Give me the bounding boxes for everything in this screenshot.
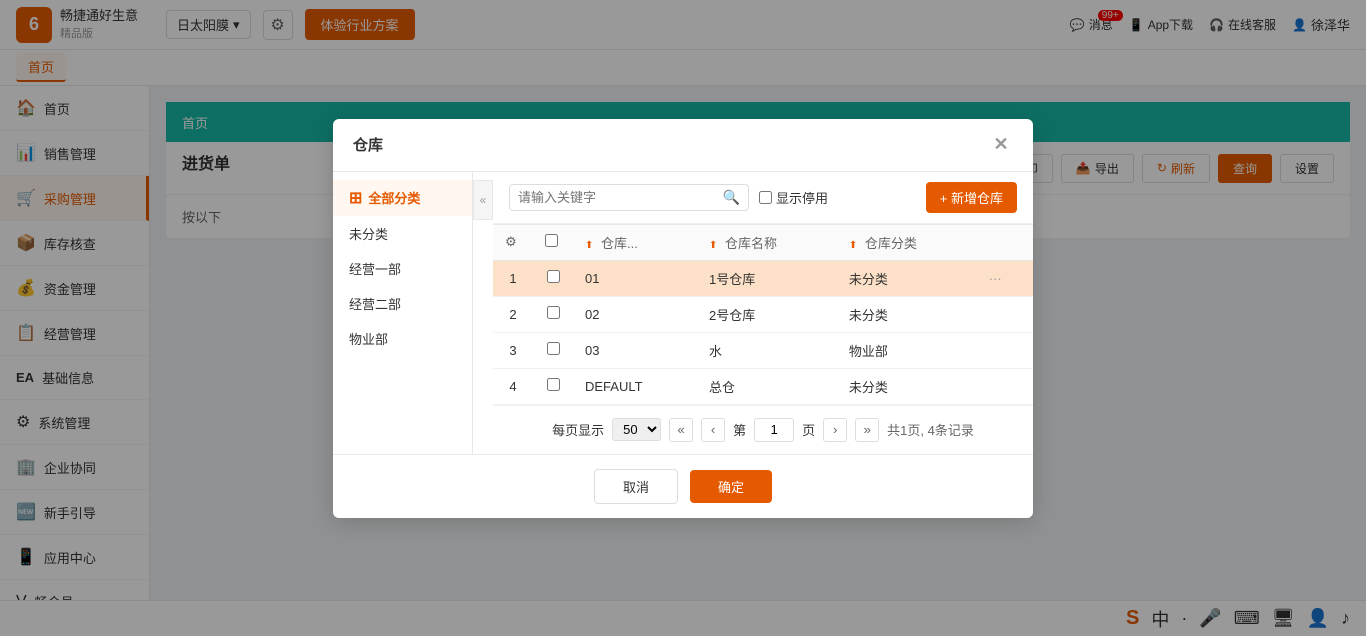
row-checkbox[interactable]	[547, 270, 560, 283]
row-checkbox-cell	[533, 260, 573, 296]
page-info: 共1页, 4条记录	[887, 420, 974, 439]
col-header-settings: ⚙	[493, 224, 533, 260]
row-checkbox[interactable]	[547, 342, 560, 355]
table-row[interactable]: 4 DEFAULT 总仓 未分类	[493, 368, 1033, 404]
col-header-actions	[977, 224, 1033, 260]
row-num: 1	[493, 260, 533, 296]
row-code: DEFAULT	[573, 368, 697, 404]
row-name: 水	[697, 332, 837, 368]
row-category: 未分类	[837, 368, 977, 404]
warehouse-table: ⚙ ⬆ 仓库... ⬆ 仓库名称	[493, 224, 1033, 405]
category-collapse-button[interactable]: «	[473, 180, 493, 220]
search-icon[interactable]: 🔍	[723, 189, 740, 206]
category-operation2[interactable]: 经营二部	[333, 286, 472, 321]
col-header-name: ⬆ 仓库名称	[697, 224, 837, 260]
next-page-button[interactable]: ›	[823, 418, 847, 442]
modal-body: ⊞ 全部分类 未分类 经营一部 经营二部 物业部 «	[333, 172, 1033, 454]
row-num: 4	[493, 368, 533, 404]
show-disabled-label: 显示停用	[776, 188, 828, 207]
table-row[interactable]: 3 03 水 物业部	[493, 332, 1033, 368]
row-action	[977, 296, 1033, 332]
category-property[interactable]: 物业部	[333, 321, 472, 356]
show-disabled-checkbox[interactable]	[759, 191, 772, 204]
action-dots[interactable]: ···	[989, 271, 1002, 286]
modal-close-button[interactable]: ✕	[989, 133, 1013, 157]
row-category: 物业部	[837, 332, 977, 368]
row-code: 01	[573, 260, 697, 296]
row-name: 总仓	[697, 368, 837, 404]
page-number-input[interactable]	[754, 418, 794, 442]
row-action: ···	[977, 260, 1033, 296]
show-disabled-wrap: 显示停用	[759, 188, 828, 207]
table-row[interactable]: 2 02 2号仓库 未分类	[493, 296, 1033, 332]
row-checkbox-cell	[533, 368, 573, 404]
row-name: 2号仓库	[697, 296, 837, 332]
warehouse-modal: 仓库 ✕ ⊞ 全部分类 未分类 经营一部 经营二部	[333, 119, 1033, 518]
table-scroll-area: ⚙ ⬆ 仓库... ⬆ 仓库名称	[493, 224, 1033, 405]
row-checkbox-cell	[533, 296, 573, 332]
row-checkbox[interactable]	[547, 378, 560, 391]
col-header-code: ⬆ 仓库...	[573, 224, 697, 260]
search-input[interactable]	[518, 190, 723, 205]
col-header-category: ⬆ 仓库分类	[837, 224, 977, 260]
first-page-button[interactable]: «	[669, 418, 693, 442]
row-name: 1号仓库	[697, 260, 837, 296]
cancel-button[interactable]: 取消	[594, 469, 678, 504]
modal-title: 仓库	[353, 134, 383, 155]
search-input-wrap: 🔍	[509, 184, 749, 211]
category-all[interactable]: ⊞ 全部分类	[333, 180, 472, 216]
grid-icon: ⊞	[349, 188, 362, 208]
page-size-select[interactable]: 50	[612, 418, 661, 441]
row-checkbox-cell	[533, 332, 573, 368]
row-category: 未分类	[837, 260, 977, 296]
category-unclassified[interactable]: 未分类	[333, 216, 472, 251]
category-operation1[interactable]: 经营一部	[333, 251, 472, 286]
select-all-checkbox[interactable]	[545, 234, 558, 247]
col-header-checkbox	[533, 224, 573, 260]
prev-page-button[interactable]: ‹	[701, 418, 725, 442]
table-row[interactable]: 1 01 1号仓库 未分类 ···	[493, 260, 1033, 296]
modal-footer: 取消 确定	[333, 454, 1033, 518]
category-sidebar: ⊞ 全部分类 未分类 经营一部 经营二部 物业部	[333, 172, 473, 454]
new-warehouse-button[interactable]: + 新增仓库	[926, 182, 1017, 213]
row-action	[977, 368, 1033, 404]
row-checkbox[interactable]	[547, 306, 560, 319]
last-page-button[interactable]: »	[855, 418, 879, 442]
modal-overlay: 仓库 ✕ ⊞ 全部分类 未分类 经营一部 经营二部	[0, 0, 1366, 636]
row-action	[977, 332, 1033, 368]
row-code: 03	[573, 332, 697, 368]
table-area: 🔍 显示停用 + 新增仓库 ⚙	[493, 172, 1033, 454]
row-category: 未分类	[837, 296, 977, 332]
modal-header: 仓库 ✕	[333, 119, 1033, 172]
row-num: 2	[493, 296, 533, 332]
pagination: 每页显示 50 « ‹ 第 页 › » 共1页, 4条记录	[493, 405, 1033, 454]
sort-icon-cat: ⬆	[849, 240, 857, 251]
table-toolbar: 🔍 显示停用 + 新增仓库	[493, 172, 1033, 224]
row-code: 02	[573, 296, 697, 332]
confirm-button[interactable]: 确定	[690, 470, 772, 503]
sort-icon-name: ⬆	[709, 240, 717, 251]
row-num: 3	[493, 332, 533, 368]
sort-icon: ⬆	[585, 240, 593, 251]
